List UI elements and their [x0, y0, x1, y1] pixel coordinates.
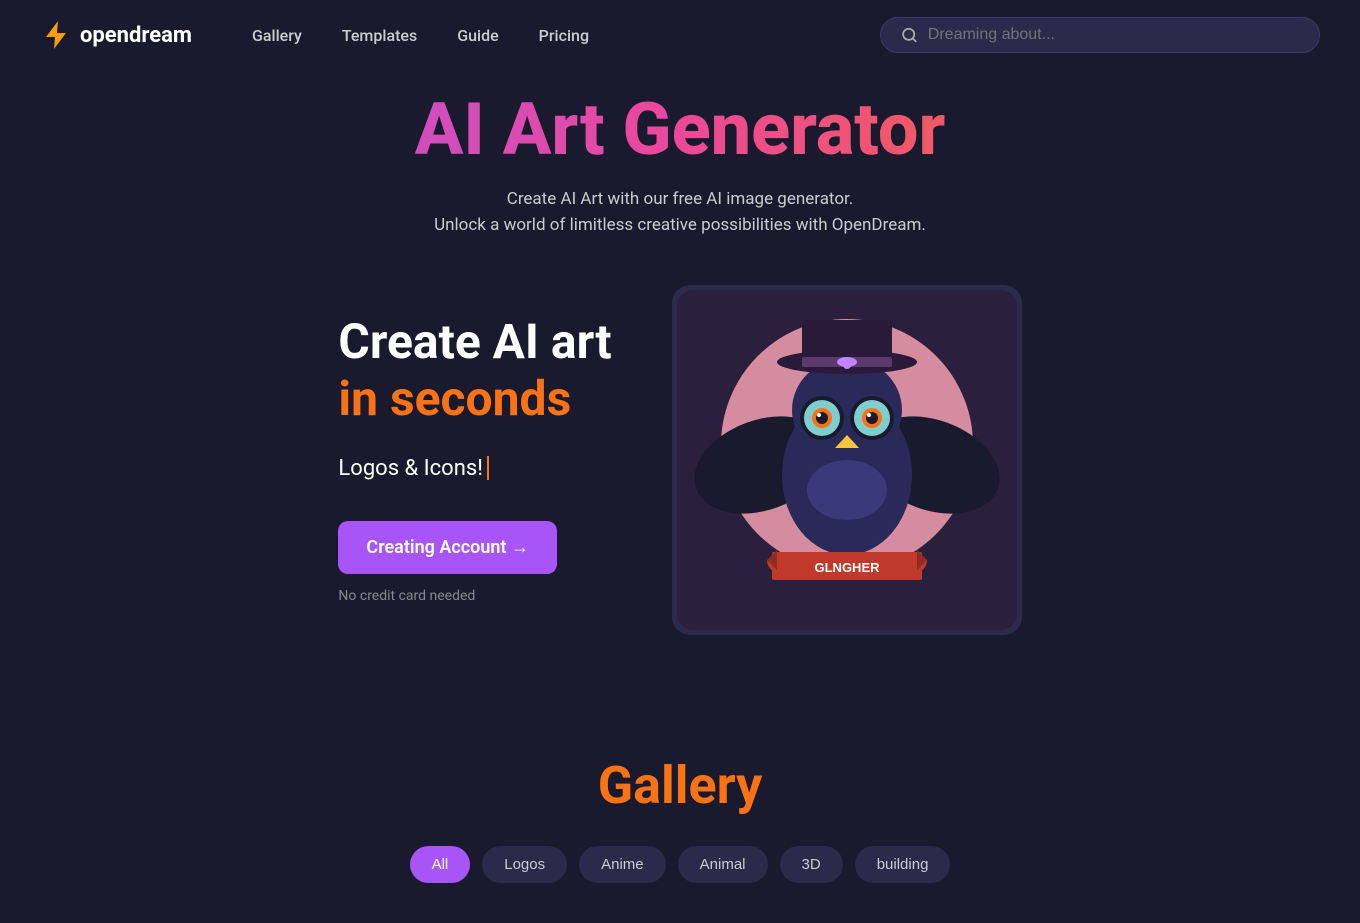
filter-all[interactable]: All: [410, 846, 471, 883]
hero-title: AI Art Generator: [40, 90, 1320, 169]
filter-building[interactable]: building: [855, 846, 951, 883]
filter-animal[interactable]: Animal: [678, 846, 768, 883]
cursor-blink: [487, 456, 489, 480]
hero-left: Create AI art in seconds Logos & Icons! …: [338, 316, 611, 604]
hero-create-title: Create AI art: [338, 316, 611, 369]
hero-section: AI Art Generator Create AI Art with our …: [0, 70, 1360, 695]
hero-content: Create AI art in seconds Logos & Icons! …: [130, 285, 1230, 635]
filter-logos[interactable]: Logos: [482, 846, 567, 883]
logo[interactable]: opendream: [40, 19, 192, 51]
hero-tagline: Logos & Icons!: [338, 456, 611, 481]
search-bar: [880, 17, 1320, 53]
nav-links: Gallery Templates Guide Pricing: [252, 26, 589, 45]
gallery-title: Gallery: [40, 755, 1320, 816]
hero-image: GLNGHER: [672, 285, 1022, 635]
svg-text:GLNGHER: GLNGHER: [814, 560, 880, 575]
search-icon: [901, 26, 918, 44]
owl-illustration: GLNGHER: [677, 290, 1017, 630]
logo-icon: [40, 19, 72, 51]
gallery-filters: All Logos Anime Animal 3D building: [40, 846, 1320, 883]
search-input[interactable]: [928, 26, 1299, 44]
filter-3d[interactable]: 3D: [780, 846, 843, 883]
no-credit-text: No credit card needed: [338, 588, 611, 604]
hero-subtitle: Create AI Art with our free AI image gen…: [40, 189, 1320, 209]
logo-text: opendream: [80, 23, 192, 48]
gallery-section: Gallery All Logos Anime Animal 3D buildi…: [0, 695, 1360, 923]
filter-anime[interactable]: Anime: [579, 846, 666, 883]
hero-create-seconds: in seconds: [338, 373, 611, 426]
nav-templates[interactable]: Templates: [342, 26, 417, 45]
nav-pricing[interactable]: Pricing: [539, 26, 589, 45]
hero-subtitle2: Unlock a world of limitless creative pos…: [40, 215, 1320, 235]
nav-guide[interactable]: Guide: [457, 26, 498, 45]
cta-button[interactable]: Creating Account →: [338, 521, 557, 574]
nav-gallery[interactable]: Gallery: [252, 26, 302, 45]
navbar: opendream Gallery Templates Guide Pricin…: [0, 0, 1360, 70]
